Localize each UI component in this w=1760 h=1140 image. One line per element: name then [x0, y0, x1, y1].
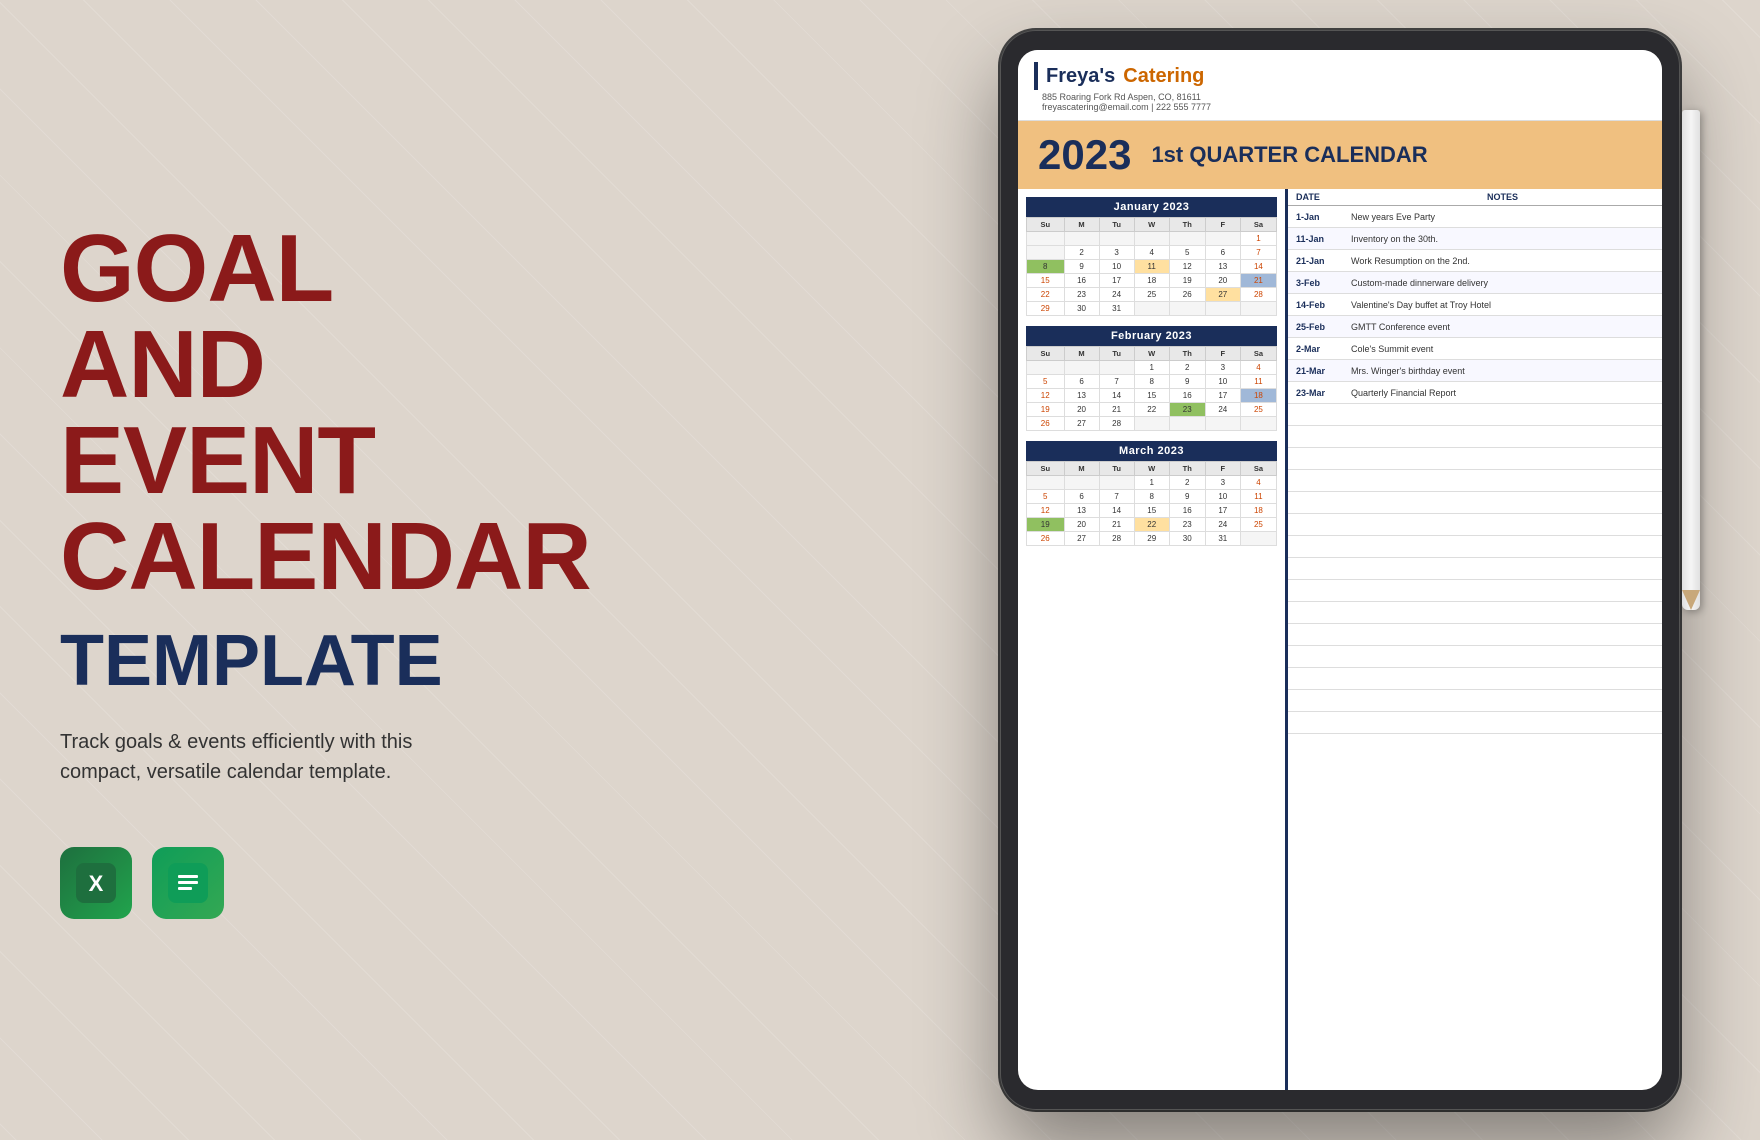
note-row: 21-JanWork Resumption on the 2nd. — [1288, 250, 1662, 272]
tablet-container: Freya's Catering 885 Roaring Fork Rd Asp… — [1000, 30, 1680, 1110]
app-icons: X — [60, 847, 580, 919]
excel-icon: X — [60, 847, 132, 919]
note-empty-row — [1288, 690, 1662, 712]
main-title: GOAL AND EVENT CALENDAR — [60, 221, 580, 605]
notes-notes-header: NOTES — [1351, 192, 1654, 202]
company-address: 885 Roaring Fork Rd Aspen, CO, 81611 — [1042, 92, 1646, 102]
tablet-frame: Freya's Catering 885 Roaring Fork Rd Asp… — [1000, 30, 1680, 1110]
title-line3: EVENT — [60, 407, 375, 514]
company-contact: freyascatering@email.com | 222 555 7777 — [1042, 102, 1646, 112]
sheets-icon — [152, 847, 224, 919]
doc-body: January 2023SuMTuWThFSa12345678910111213… — [1018, 189, 1662, 1090]
note-empty-row — [1288, 580, 1662, 602]
company-name-catering: Catering — [1123, 65, 1204, 88]
note-row: 23-MarQuarterly Financial Report — [1288, 382, 1662, 404]
note-row: 14-FebValentine's Day buffet at Troy Hot… — [1288, 294, 1662, 316]
note-empty-row — [1288, 404, 1662, 426]
note-row: 3-FebCustom-made dinnerware delivery — [1288, 272, 1662, 294]
note-empty-row — [1288, 448, 1662, 470]
note-row: 25-FebGMTT Conference event — [1288, 316, 1662, 338]
doc-title-bar: 2023 1st QUARTER CALENDAR — [1018, 121, 1662, 189]
company-accent — [1034, 62, 1038, 90]
calendar-block: February 2023SuMTuWThFSa1234567891011121… — [1026, 326, 1277, 431]
left-panel: GOAL AND EVENT CALENDAR TEMPLATE Track g… — [60, 0, 580, 1140]
note-row: 2-MarCole's Summit event — [1288, 338, 1662, 360]
notes-entries: 1-JanNew years Eve Party11-JanInventory … — [1288, 206, 1662, 734]
tablet-screen: Freya's Catering 885 Roaring Fork Rd Asp… — [1018, 50, 1662, 1090]
description: Track goals & events efficiently with th… — [60, 727, 480, 787]
note-empty-row — [1288, 602, 1662, 624]
note-row: 1-JanNew years Eve Party — [1288, 206, 1662, 228]
note-empty-row — [1288, 624, 1662, 646]
title-line1: GOAL — [60, 215, 333, 322]
pencil — [1682, 110, 1700, 610]
note-empty-row — [1288, 426, 1662, 448]
note-empty-row — [1288, 536, 1662, 558]
note-row: 11-JanInventory on the 30th. — [1288, 228, 1662, 250]
note-empty-row — [1288, 470, 1662, 492]
doc-header: Freya's Catering 885 Roaring Fork Rd Asp… — [1018, 50, 1662, 121]
note-empty-row — [1288, 646, 1662, 668]
company-name-freya: Freya's — [1046, 65, 1115, 88]
note-empty-row — [1288, 492, 1662, 514]
title-line4: CALENDAR — [60, 503, 591, 610]
note-empty-row — [1288, 668, 1662, 690]
note-empty-row — [1288, 514, 1662, 536]
svg-text:X: X — [89, 871, 104, 896]
note-empty-row — [1288, 558, 1662, 580]
notes-header-row: DATE NOTES — [1288, 189, 1662, 206]
company-name-row: Freya's Catering — [1034, 62, 1646, 90]
note-row: 21-MarMrs. Winger's birthday event — [1288, 360, 1662, 382]
title-line2: AND — [60, 311, 265, 418]
calendar-block: March 2023SuMTuWThFSa1234567891011121314… — [1026, 441, 1277, 546]
notes-date-header: DATE — [1296, 192, 1351, 202]
sub-title: TEMPLATE — [60, 625, 580, 697]
notes-col: DATE NOTES 1-JanNew years Eve Party11-Ja… — [1288, 189, 1662, 1090]
doc-quarter: 1st QUARTER CALENDAR — [1151, 142, 1427, 168]
calendar-block: January 2023SuMTuWThFSa12345678910111213… — [1026, 197, 1277, 316]
note-empty-row — [1288, 712, 1662, 734]
doc-year: 2023 — [1038, 131, 1131, 179]
calendars-col: January 2023SuMTuWThFSa12345678910111213… — [1018, 189, 1288, 1090]
